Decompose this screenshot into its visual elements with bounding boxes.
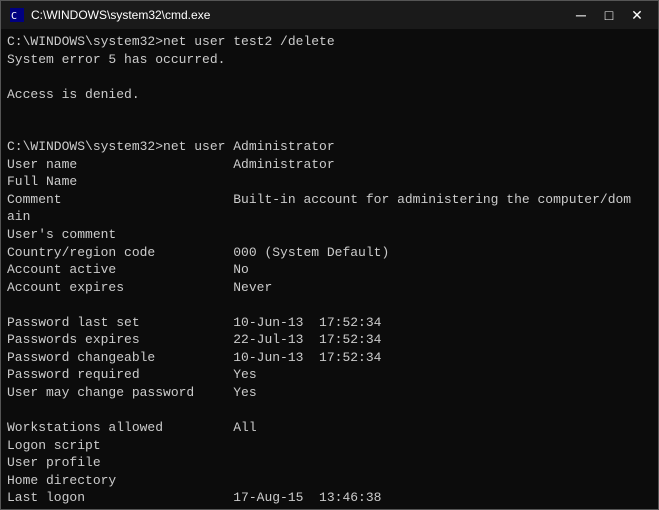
title-bar-left: C C:\WINDOWS\system32\cmd.exe xyxy=(9,7,210,23)
close-button[interactable]: ✕ xyxy=(624,5,650,25)
maximize-button[interactable]: □ xyxy=(596,5,622,25)
minimize-button[interactable]: ─ xyxy=(568,5,594,25)
cmd-window: C C:\WINDOWS\system32\cmd.exe ─ □ ✕ C:\W… xyxy=(0,0,659,510)
title-bar-controls: ─ □ ✕ xyxy=(568,5,650,25)
svg-text:C: C xyxy=(11,11,17,22)
cmd-icon: C xyxy=(9,7,25,23)
window-title: C:\WINDOWS\system32\cmd.exe xyxy=(31,8,210,22)
terminal-output[interactable]: C:\WINDOWS\system32>net user test2 /dele… xyxy=(1,29,658,509)
title-bar: C C:\WINDOWS\system32\cmd.exe ─ □ ✕ xyxy=(1,1,658,29)
